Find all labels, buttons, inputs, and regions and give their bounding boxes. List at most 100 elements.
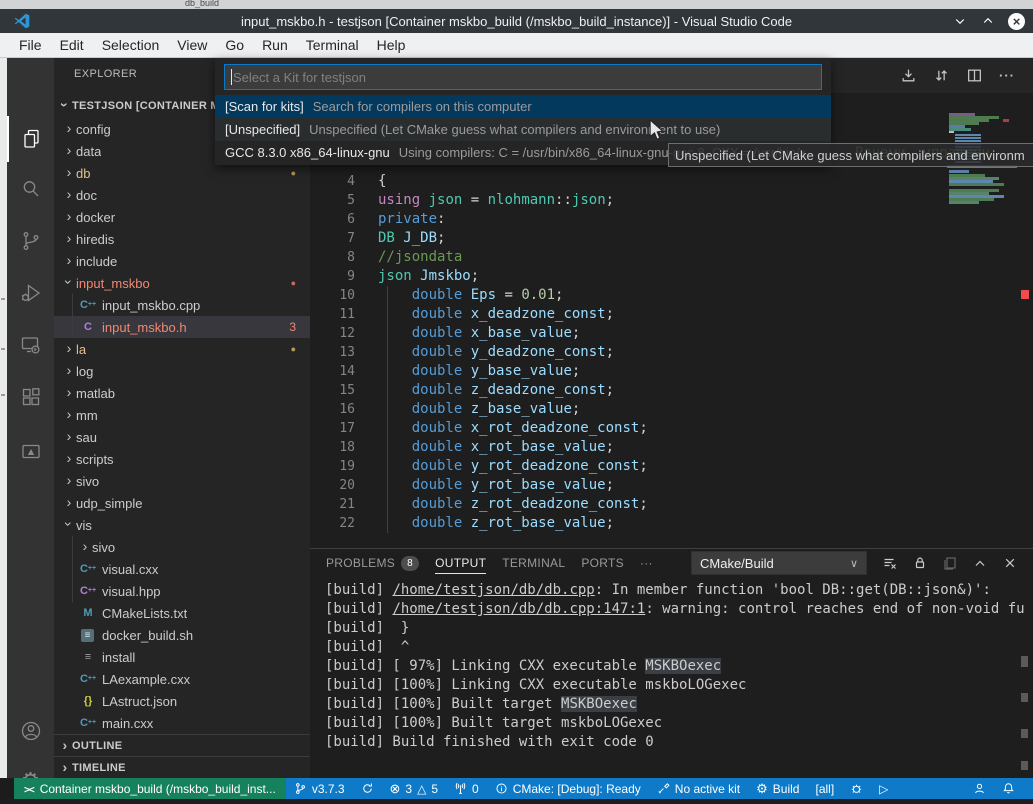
more-actions-icon[interactable]: ··· xyxy=(997,65,1017,85)
file-link[interactable]: /home/testjson/db/db.cpp xyxy=(392,582,594,598)
run-debug-icon[interactable] xyxy=(7,270,54,316)
tree-file-install[interactable]: ≡ install xyxy=(54,646,310,668)
menu-help[interactable]: Help xyxy=(368,35,415,55)
tree-folder-la[interactable]: › la ● xyxy=(54,338,310,360)
scrollbar-mark xyxy=(1021,761,1028,770)
chevron-down-icon: › xyxy=(61,521,77,527)
menu-view[interactable]: View xyxy=(168,35,216,55)
switch-editors-icon[interactable] xyxy=(931,65,951,85)
play-icon: ▷ xyxy=(879,781,889,796)
open-changes-icon[interactable] xyxy=(898,65,918,85)
kit-option-1[interactable]: [Unspecified] Unspecified (Let CMake gues… xyxy=(215,118,831,141)
statusbar-debug-button[interactable] xyxy=(842,778,871,799)
split-editor-icon[interactable] xyxy=(964,65,984,85)
extensions-icon[interactable] xyxy=(7,374,54,420)
menu-terminal[interactable]: Terminal xyxy=(297,35,368,55)
minimize-button[interactable] xyxy=(952,13,968,29)
code-area[interactable]: 4{5 using json = nlohmann::json; 6 private:… xyxy=(310,172,1033,533)
menu-edit[interactable]: Edit xyxy=(51,35,93,55)
tooltip: Unspecified (Let CMake guess what compil… xyxy=(668,143,1033,167)
panel-tab-terminal[interactable]: TERMINAL xyxy=(502,556,565,570)
tree-folder-hiredis[interactable]: › hiredis xyxy=(54,228,310,250)
activity-bar: ⚙ xyxy=(7,58,54,793)
statusbar-active-kit[interactable]: No active kit xyxy=(649,778,748,799)
statusbar-launch-button[interactable]: ▷ xyxy=(871,778,896,799)
cpp-file-icon: C ++ xyxy=(79,717,97,729)
maximize-panel-icon[interactable] xyxy=(971,554,989,572)
code-line-16: 16 double z_base_value; xyxy=(310,400,1033,419)
kit-picker-input[interactable]: Select a Kit for testjson xyxy=(224,64,822,90)
code-line-5: 5 using json = nlohmann::json; xyxy=(310,191,1033,210)
search-icon[interactable] xyxy=(7,166,54,212)
account-icon[interactable] xyxy=(7,708,54,754)
tree-folder-scripts[interactable]: › scripts xyxy=(54,448,310,470)
tree-folder-sivo[interactable]: › sivo xyxy=(54,470,310,492)
remote-icon: >< xyxy=(24,784,35,796)
tree-file-input_mskbo.h[interactable]: Cinput_mskbo.h 3 xyxy=(54,316,310,338)
cmake-icon[interactable] xyxy=(7,428,54,474)
minimap[interactable] xyxy=(947,113,1017,273)
chevron-right-icon: › xyxy=(66,406,72,422)
open-output-in-editor-icon[interactable] xyxy=(941,554,959,572)
maximize-button[interactable] xyxy=(980,13,996,29)
explorer-icon[interactable] xyxy=(7,116,54,162)
tree-folder-docker[interactable]: › docker xyxy=(54,206,310,228)
tree-folder-sau[interactable]: › sau xyxy=(54,426,310,448)
statusbar-cmake-version[interactable]: v3.7.3 xyxy=(286,778,353,799)
panel-tab-ports[interactable]: PORTS xyxy=(581,556,624,570)
tree-folder-log[interactable]: › log xyxy=(54,360,310,382)
panel-tab-problems[interactable]: PROBLEMS 8 xyxy=(326,555,420,571)
tree-folder-doc[interactable]: › doc xyxy=(54,184,310,206)
statusbar-cmake-status[interactable]: CMake: [Debug]: Ready xyxy=(487,778,649,799)
tree-file-main.cxx[interactable]: C ++ main.cxx xyxy=(54,712,310,734)
source-control-icon[interactable] xyxy=(7,218,54,264)
menu-go[interactable]: Go xyxy=(216,35,253,55)
statusbar-build-target[interactable]: [all] xyxy=(807,778,842,799)
panel-tab-output[interactable]: OUTPUT xyxy=(435,556,487,574)
statusbar-ports[interactable]: 0 xyxy=(446,778,487,799)
outline-section[interactable]: › OUTLINE xyxy=(54,734,310,757)
tree-folder-sivo[interactable]: › sivo xyxy=(54,536,310,558)
code-line-9: 9 json Jmskbo; xyxy=(310,267,1033,286)
menu-selection[interactable]: Selection xyxy=(93,35,169,55)
tree-folder-matlab[interactable]: › matlab xyxy=(54,382,310,404)
tree-file-LAexample.cxx[interactable]: C ++ LAexample.cxx xyxy=(54,668,310,690)
tree-file-visual.hpp[interactable]: C ++ visual.hpp xyxy=(54,580,310,602)
cpp-file-icon: C ++ xyxy=(79,299,97,311)
output-line: [build] [ 97%] Linking CXX executable MS… xyxy=(325,658,722,674)
statusbar-build-button[interactable]: ⚙ Build xyxy=(748,778,807,799)
tree-folder-input_mskbo[interactable]: › input_mskbo ● xyxy=(54,272,310,294)
output-channel-select[interactable]: CMake/Build ∨ xyxy=(691,551,867,575)
menu-run[interactable]: Run xyxy=(253,35,297,55)
panel-tab-···[interactable]: ··· xyxy=(640,556,653,570)
remote-indicator[interactable]: >< Container mskbo_build (/mskbo_build_in… xyxy=(14,778,286,799)
output-log[interactable]: [build] /home/testjson/db/db.cpp: In mem… xyxy=(325,581,1033,752)
statusbar-sync[interactable] xyxy=(353,778,382,799)
close-panel-icon[interactable] xyxy=(1001,554,1019,572)
tree-file-docker_build.sh[interactable]: ≡ docker_build.sh xyxy=(54,624,310,646)
tree-file-input_mskbo.cpp[interactable]: C ++ input_mskbo.cpp xyxy=(54,294,310,316)
tree-folder-include[interactable]: › include xyxy=(54,250,310,272)
kit-option-0[interactable]: [Scan for kits] Search for compilers on t… xyxy=(215,95,831,118)
statusbar-notifications[interactable] xyxy=(994,782,1023,795)
tree-folder-mm[interactable]: › mm xyxy=(54,404,310,426)
tree-folder-vis[interactable]: › vis xyxy=(54,514,310,536)
chevron-right-icon: › xyxy=(66,472,72,488)
clear-output-icon[interactable] xyxy=(881,554,899,572)
menu-file[interactable]: File xyxy=(10,35,51,55)
gear-icon: ⚙ xyxy=(756,780,768,796)
tree-file-visual.cxx[interactable]: C ++ visual.cxx xyxy=(54,558,310,580)
timeline-section[interactable]: › TIMELINE xyxy=(54,756,310,778)
statusbar-problems[interactable]: ⊗ 3 △ 5 xyxy=(382,778,447,799)
tree-file-LAstruct.json[interactable]: {} LAstruct.json xyxy=(54,690,310,712)
tree-file-CMakeLists.txt[interactable]: M CMakeLists.txt xyxy=(54,602,310,624)
file-link[interactable]: /home/testjson/db/db.cpp:147:1 xyxy=(392,601,645,617)
remote-explorer-icon[interactable] xyxy=(7,322,54,368)
statusbar-feedback[interactable] xyxy=(965,782,994,795)
tree-folder-udp_simple[interactable]: › udp_simple xyxy=(54,492,310,514)
h-file-icon: C xyxy=(84,321,92,333)
close-button[interactable]: × xyxy=(1008,12,1025,30)
tree-folder-db[interactable]: › db ● xyxy=(54,162,310,184)
lock-icon[interactable] xyxy=(911,554,929,572)
workspace-root-label: TESTJSON [CONTAINER MS xyxy=(72,100,228,112)
